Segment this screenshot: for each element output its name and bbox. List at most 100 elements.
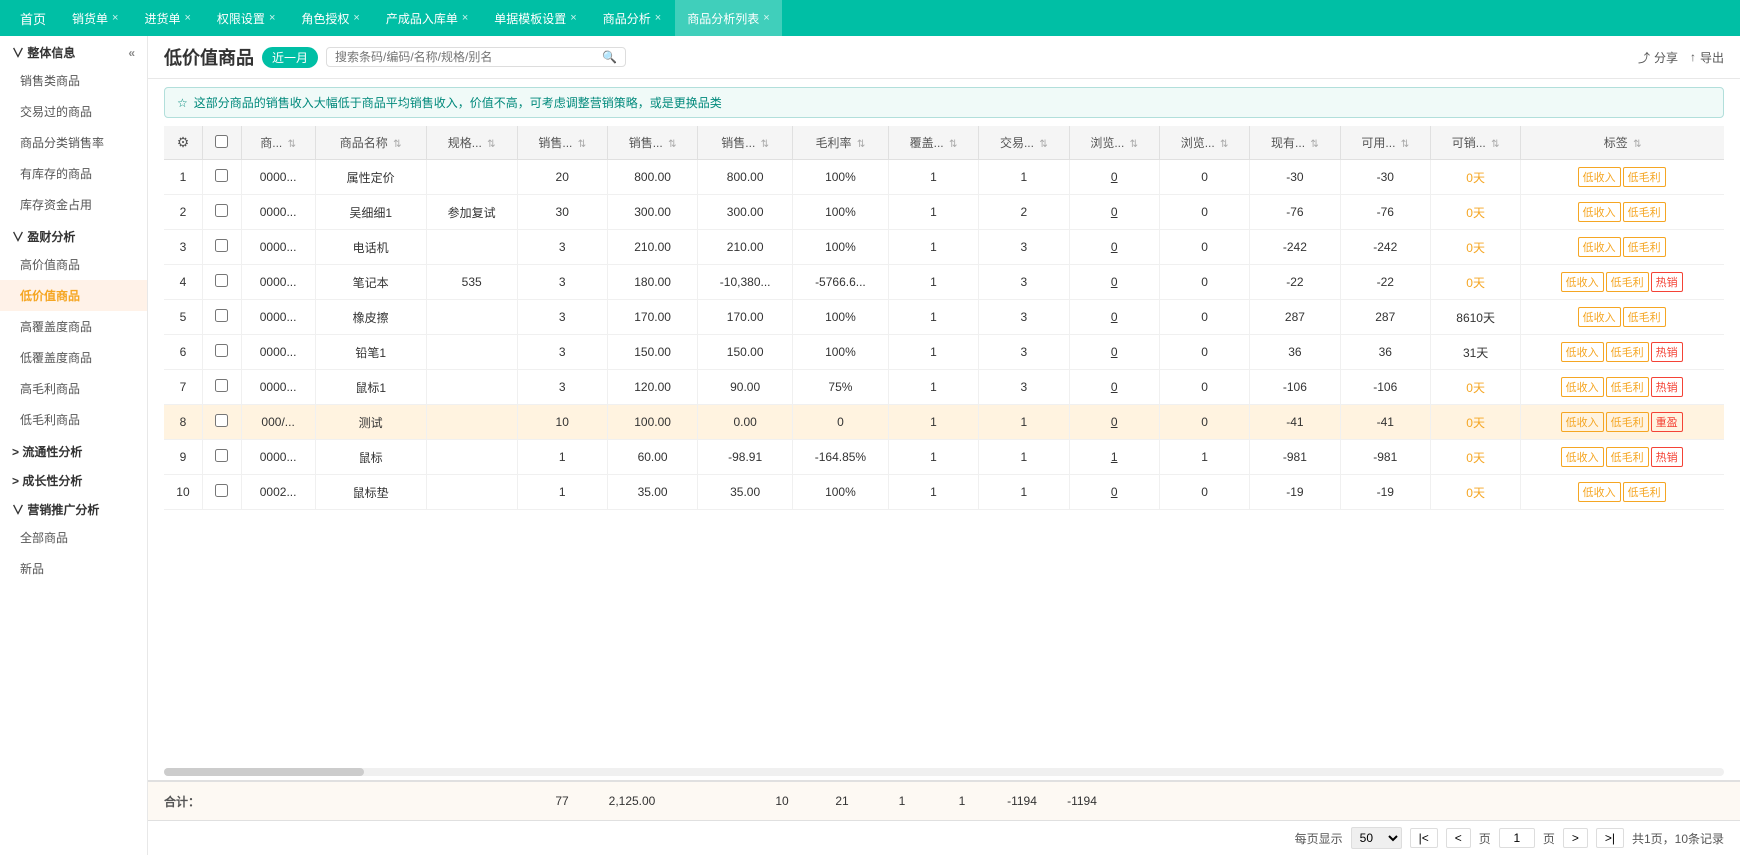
per-page-select[interactable]: 50 100 200	[1351, 827, 1402, 849]
close-role-icon[interactable]: ×	[353, 12, 359, 24]
cell-browse1[interactable]: 0	[1069, 370, 1159, 405]
cell-checkbox[interactable]	[202, 195, 241, 230]
th-browse2[interactable]: 浏览... ⇅	[1159, 126, 1249, 160]
close-template-icon[interactable]: ×	[570, 12, 576, 24]
nav-goods-analysis-list[interactable]: 商品分析列表 ×	[675, 0, 781, 36]
select-all-checkbox[interactable]	[215, 135, 228, 148]
cell-browse1[interactable]: 0	[1069, 405, 1159, 440]
close-goods-list-icon[interactable]: ×	[763, 12, 769, 24]
row-checkbox[interactable]	[215, 414, 228, 427]
sidebar-item-all-goods[interactable]: 全部商品	[0, 522, 147, 553]
browse-link[interactable]: 0	[1111, 170, 1118, 184]
sidebar-item-low-coverage[interactable]: 低覆盖度商品	[0, 342, 147, 373]
cell-browse1[interactable]: 0	[1069, 195, 1159, 230]
settings-icon[interactable]: ⚙	[177, 134, 190, 150]
row-checkbox[interactable]	[215, 379, 228, 392]
cell-browse1[interactable]: 0	[1069, 265, 1159, 300]
page-number-input[interactable]	[1499, 828, 1535, 848]
th-browse1[interactable]: 浏览... ⇅	[1069, 126, 1159, 160]
nav-sales[interactable]: 销货单 ×	[60, 0, 130, 36]
sidebar-item-low-value[interactable]: 低价值商品	[0, 280, 147, 311]
search-icon[interactable]: 🔍	[602, 50, 617, 64]
cell-checkbox[interactable]	[202, 300, 241, 335]
th-trade[interactable]: 交易... ⇅	[979, 126, 1069, 160]
sidebar-group-profit[interactable]: ∨ 盈财分析	[0, 220, 147, 249]
th-sales1[interactable]: 销售... ⇅	[517, 126, 607, 160]
cell-checkbox[interactable]	[202, 230, 241, 265]
prev-page-button[interactable]: <	[1446, 828, 1471, 848]
sidebar-group-overall-toggle[interactable]: «	[128, 46, 135, 60]
th-stock[interactable]: 现有... ⇅	[1250, 126, 1340, 160]
nav-goods-analysis[interactable]: 商品分析 ×	[591, 0, 673, 36]
cell-checkbox[interactable]	[202, 160, 241, 195]
last-page-button[interactable]: >|	[1596, 828, 1624, 848]
horizontal-scrollbar[interactable]	[164, 768, 1724, 776]
close-product-in-icon[interactable]: ×	[462, 12, 468, 24]
nav-template[interactable]: 单据模板设置 ×	[482, 0, 588, 36]
table-container[interactable]: ⚙ 商... ⇅ 商品名称 ⇅ 规格... ⇅ 销售... ⇅ 销售... ⇅ …	[148, 126, 1740, 764]
sidebar-item-category-sales[interactable]: 商品分类销售率	[0, 127, 147, 158]
sidebar-item-stock-goods[interactable]: 有库存的商品	[0, 158, 147, 189]
sidebar-item-high-margin[interactable]: 高毛利商品	[0, 373, 147, 404]
th-spec[interactable]: 规格... ⇅	[426, 126, 517, 160]
th-checkbox[interactable]	[202, 126, 241, 160]
nav-product-in[interactable]: 产成品入库单 ×	[374, 0, 480, 36]
row-checkbox[interactable]	[215, 239, 228, 252]
sidebar-item-new-goods[interactable]: 新品	[0, 553, 147, 584]
cell-checkbox[interactable]	[202, 335, 241, 370]
sidebar-item-high-value[interactable]: 高价值商品	[0, 249, 147, 280]
th-coverage[interactable]: 覆盖... ⇅	[888, 126, 978, 160]
th-sales3[interactable]: 销售... ⇅	[698, 126, 793, 160]
cell-checkbox[interactable]	[202, 405, 241, 440]
row-checkbox[interactable]	[215, 449, 228, 462]
close-purchase-icon[interactable]: ×	[184, 12, 190, 24]
scrollbar-thumb[interactable]	[164, 768, 364, 776]
th-sales2[interactable]: 销售... ⇅	[607, 126, 697, 160]
close-sales-icon[interactable]: ×	[112, 12, 118, 24]
cell-checkbox[interactable]	[202, 475, 241, 510]
browse-link[interactable]: 0	[1111, 275, 1118, 289]
browse-link[interactable]: 0	[1111, 205, 1118, 219]
browse-link[interactable]: 0	[1111, 345, 1118, 359]
row-checkbox[interactable]	[215, 274, 228, 287]
nav-home[interactable]: 首页	[8, 0, 58, 36]
cell-browse1[interactable]: 0	[1069, 230, 1159, 265]
sidebar-item-sales-goods[interactable]: 销售类商品	[0, 65, 147, 96]
th-saleable[interactable]: 可销... ⇅	[1430, 126, 1520, 160]
row-checkbox[interactable]	[215, 169, 228, 182]
share-button[interactable]: ⤴ 分享	[1638, 49, 1678, 66]
browse-link[interactable]: 0	[1111, 380, 1118, 394]
nav-purchase[interactable]: 进货单 ×	[132, 0, 202, 36]
row-checkbox[interactable]	[215, 484, 228, 497]
row-checkbox[interactable]	[215, 204, 228, 217]
th-avail[interactable]: 可用... ⇅	[1340, 126, 1430, 160]
cell-browse1[interactable]: 0	[1069, 475, 1159, 510]
th-name[interactable]: 商品名称 ⇅	[315, 126, 426, 160]
sidebar-group-marketing[interactable]: ∨ 营销推广分析	[0, 493, 147, 522]
cell-checkbox[interactable]	[202, 440, 241, 475]
browse-link[interactable]: 1	[1111, 450, 1118, 464]
sidebar-item-traded-goods[interactable]: 交易过的商品	[0, 96, 147, 127]
cell-browse1[interactable]: 0	[1069, 160, 1159, 195]
browse-link[interactable]: 0	[1111, 415, 1118, 429]
th-gross[interactable]: 毛利率 ⇅	[793, 126, 889, 160]
th-settings[interactable]: ⚙	[164, 126, 202, 160]
nav-permission[interactable]: 权限设置 ×	[205, 0, 287, 36]
nav-role[interactable]: 角色授权 ×	[289, 0, 371, 36]
sidebar-item-stock-fund[interactable]: 库存资金占用	[0, 189, 147, 220]
sidebar-group-growth[interactable]: > 成长性分析	[0, 464, 147, 493]
sidebar-group-flow[interactable]: > 流通性分析	[0, 435, 147, 464]
th-code[interactable]: 商... ⇅	[241, 126, 315, 160]
filter-recent-month-button[interactable]: 近一月	[262, 47, 318, 68]
cell-browse1[interactable]: 0	[1069, 300, 1159, 335]
row-checkbox[interactable]	[215, 344, 228, 357]
sidebar-item-low-margin[interactable]: 低毛利商品	[0, 404, 147, 435]
cell-checkbox[interactable]	[202, 370, 241, 405]
sidebar-group-overall[interactable]: ∨ 整体信息 «	[0, 36, 147, 65]
sidebar-item-high-coverage[interactable]: 高覆盖度商品	[0, 311, 147, 342]
row-checkbox[interactable]	[215, 309, 228, 322]
close-goods-analysis-icon[interactable]: ×	[655, 12, 661, 24]
browse-link[interactable]: 0	[1111, 240, 1118, 254]
cell-checkbox[interactable]	[202, 265, 241, 300]
browse-link[interactable]: 0	[1111, 485, 1118, 499]
